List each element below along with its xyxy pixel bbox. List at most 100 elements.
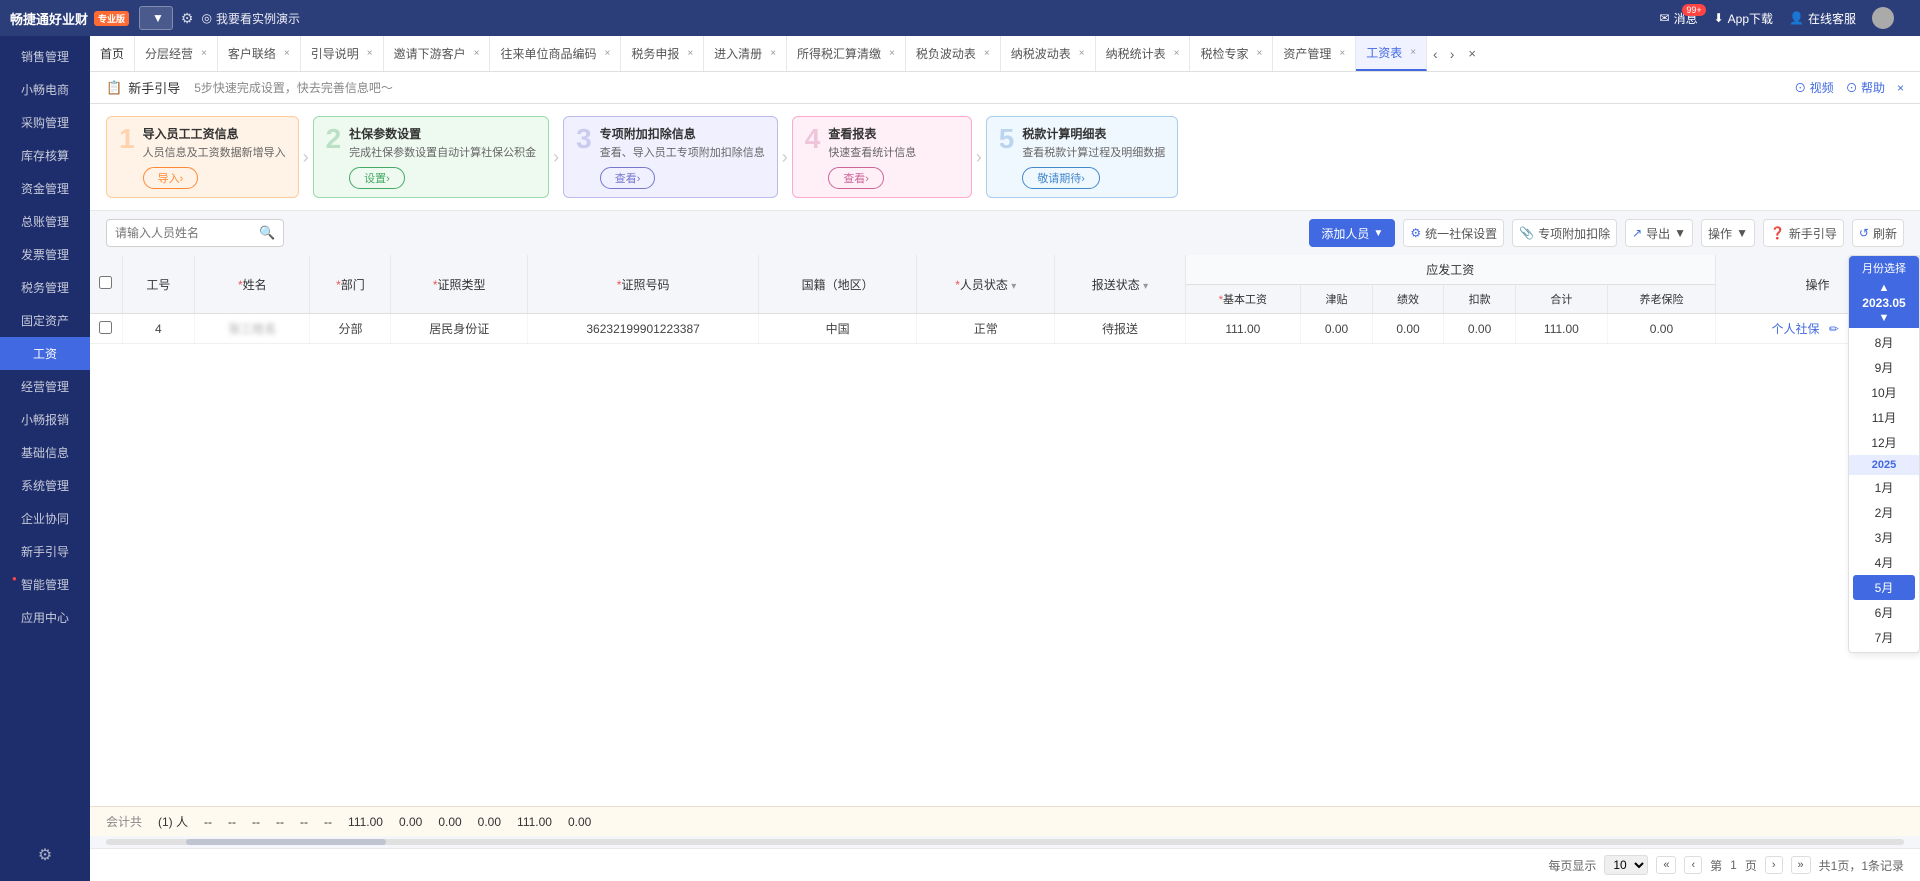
step-5-btn[interactable]: 敬请期待› xyxy=(1022,167,1100,189)
new-guide-btn[interactable]: ❓ 新手引导 xyxy=(1763,219,1844,247)
sidebar-item-operation[interactable]: 经营管理 xyxy=(0,370,90,403)
app-download-button[interactable]: ⬇ App下载 xyxy=(1714,10,1773,27)
step-4-btn[interactable]: 查看› xyxy=(828,167,884,189)
tab-close-product-code[interactable]: × xyxy=(604,48,610,59)
tab-close-income-tax[interactable]: × xyxy=(889,48,895,59)
sidebar-item-sales[interactable]: 销售管理 xyxy=(0,40,90,73)
demo-link[interactable]: ◎ 我要看实例演示 xyxy=(201,10,300,27)
tab-tax-burden[interactable]: 税负波动表× xyxy=(906,36,1001,71)
sidebar-item-basic[interactable]: 基础信息 xyxy=(0,436,90,469)
tab-close-tax-burden[interactable]: × xyxy=(984,48,990,59)
guide-help-link[interactable]: ⊙ 帮助 xyxy=(1846,79,1885,96)
next-page-btn[interactable]: › xyxy=(1765,856,1783,874)
personal-insurance-link[interactable]: 个人社保 xyxy=(1772,322,1820,336)
tab-close-tax[interactable]: × xyxy=(687,48,693,59)
edit-icon[interactable]: ✏ xyxy=(1829,322,1839,336)
search-input[interactable] xyxy=(115,226,255,240)
first-page-btn[interactable]: « xyxy=(1656,856,1676,874)
month-11[interactable]: 11月 xyxy=(1849,405,1919,430)
message-button[interactable]: ✉ 消息 99+ xyxy=(1660,10,1698,27)
tab-guide-desc[interactable]: 引导说明× xyxy=(301,36,384,71)
tab-close-all-btn[interactable]: × xyxy=(1460,46,1484,61)
sidebar-item-expense[interactable]: 小畅报销 xyxy=(0,403,90,436)
last-page-btn[interactable]: » xyxy=(1791,856,1811,874)
tab-invite[interactable]: 邀请下游客户× xyxy=(384,36,491,71)
sidebar-item-finance[interactable]: 资金管理 xyxy=(0,172,90,205)
sidebar-item-tax[interactable]: 税务管理 xyxy=(0,271,90,304)
tab-layered-ops[interactable]: 分层经营× xyxy=(135,36,218,71)
sidebar-item-ecommerce[interactable]: 小畅电商 xyxy=(0,73,90,106)
online-service-button[interactable]: 👤 在线客服 xyxy=(1789,10,1856,27)
tab-tax-stat[interactable]: 纳税统计表× xyxy=(1096,36,1191,71)
status-filter-icon[interactable]: ▾ xyxy=(1011,281,1016,292)
social-insurance-btn[interactable]: ⚙ 统一社保设置 xyxy=(1403,219,1504,247)
sidebar-item-invoice[interactable]: 发票管理 xyxy=(0,238,90,271)
tab-close-layered[interactable]: × xyxy=(201,48,207,59)
refresh-btn[interactable]: ↺ 刷新 xyxy=(1852,219,1904,247)
sidebar-item-ai[interactable]: 智能管理 xyxy=(0,568,90,601)
sidebar-item-guide[interactable]: 新手引导 xyxy=(0,535,90,568)
select-all-checkbox[interactable] xyxy=(99,276,112,289)
month-4[interactable]: 4月 xyxy=(1849,550,1919,575)
month-7[interactable]: 7月 xyxy=(1849,625,1919,650)
operation-btn[interactable]: 操作 ▼ xyxy=(1701,219,1755,247)
tab-close-customer[interactable]: × xyxy=(284,48,290,59)
month-9[interactable]: 9月 xyxy=(1849,355,1919,380)
step-3-btn[interactable]: 查看› xyxy=(600,167,656,189)
tab-close-tax-expert[interactable]: × xyxy=(1256,48,1262,59)
month-panel-up-btn[interactable]: ▲ xyxy=(1879,282,1890,294)
scrollbar-track[interactable] xyxy=(106,839,1904,845)
step-2-btn[interactable]: 设置› xyxy=(349,167,405,189)
sidebar-item-assets[interactable]: 固定资产 xyxy=(0,304,90,337)
guide-close-btn[interactable]: × xyxy=(1897,81,1904,95)
sidebar-item-inventory[interactable]: 库存核算 xyxy=(0,139,90,172)
guide-video-link[interactable]: ⊙ 视频 xyxy=(1794,79,1833,96)
prev-page-btn[interactable]: ‹ xyxy=(1684,856,1702,874)
month-2[interactable]: 2月 xyxy=(1849,500,1919,525)
tab-close-assets[interactable]: × xyxy=(1339,48,1345,59)
step-1-btn[interactable]: 导入› xyxy=(143,167,199,189)
sidebar-item-payroll[interactable]: 工资 xyxy=(0,337,90,370)
tab-home[interactable]: 首页 xyxy=(90,36,135,71)
tab-close-register[interactable]: × xyxy=(770,48,776,59)
tab-customer[interactable]: 客户联络× xyxy=(218,36,301,71)
tab-close-tax-wave[interactable]: × xyxy=(1079,48,1085,59)
tab-register[interactable]: 进入清册× xyxy=(704,36,787,71)
sidebar-item-apps[interactable]: 应用中心 xyxy=(0,601,90,634)
sidebar-gear-icon[interactable]: ⚙ xyxy=(30,837,60,873)
tab-close-payroll[interactable]: × xyxy=(1410,47,1416,58)
month-8[interactable]: 8月 xyxy=(1849,330,1919,355)
tab-income-tax[interactable]: 所得税汇算清缴× xyxy=(787,36,906,71)
month-12[interactable]: 12月 xyxy=(1849,430,1919,455)
tab-payroll[interactable]: 工资表× xyxy=(1356,36,1427,71)
tab-tax-wave[interactable]: 纳税波动表× xyxy=(1001,36,1096,71)
per-page-select[interactable]: 10 20 50 xyxy=(1604,855,1648,875)
search-icon[interactable]: 🔍 xyxy=(259,225,275,241)
tab-close-tax-stat[interactable]: × xyxy=(1174,48,1180,59)
row-checkbox[interactable] xyxy=(99,321,112,334)
sidebar-item-ledger[interactable]: 总账管理 xyxy=(0,205,90,238)
month-1[interactable]: 1月 xyxy=(1849,475,1919,500)
month-10[interactable]: 10月 xyxy=(1849,380,1919,405)
month-5-current[interactable]: 5月 xyxy=(1853,575,1915,600)
month-6[interactable]: 6月 xyxy=(1849,600,1919,625)
company-dropdown[interactable]: ▼ xyxy=(139,6,173,30)
special-deduction-btn[interactable]: 📎 专项附加扣除 xyxy=(1512,219,1617,247)
tab-next-btn[interactable]: › xyxy=(1444,46,1461,62)
tab-close-guide-desc[interactable]: × xyxy=(367,48,373,59)
user-avatar[interactable] xyxy=(1872,7,1894,29)
settings-icon[interactable]: ⚙ xyxy=(181,10,194,27)
report-filter-icon[interactable]: ▾ xyxy=(1143,281,1148,292)
export-btn[interactable]: ↗ 导出 ▼ xyxy=(1625,219,1693,247)
sidebar-item-purchase[interactable]: 采购管理 xyxy=(0,106,90,139)
month-panel-down-btn[interactable]: ▼ xyxy=(1879,312,1890,324)
add-person-button[interactable]: 添加人员 ▼ xyxy=(1309,219,1395,247)
tab-close-invite[interactable]: × xyxy=(474,48,480,59)
tab-prev-btn[interactable]: ‹ xyxy=(1427,46,1444,62)
scrollbar-thumb[interactable] xyxy=(186,839,386,845)
tab-tax-expert[interactable]: 税检专家× xyxy=(1190,36,1273,71)
month-3[interactable]: 3月 xyxy=(1849,525,1919,550)
tab-assets[interactable]: 资产管理× xyxy=(1273,36,1356,71)
tab-tax-report[interactable]: 税务申报× xyxy=(621,36,704,71)
tab-product-code[interactable]: 往来单位商品编码× xyxy=(490,36,621,71)
